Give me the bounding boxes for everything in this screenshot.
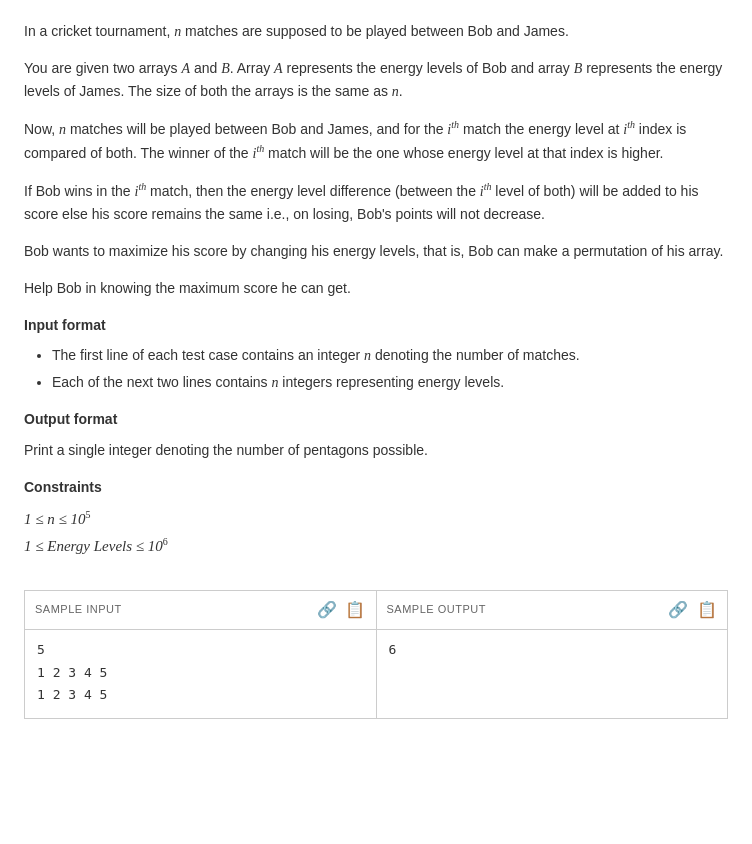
sample-output-icons: 🔗 📋 [668,597,717,623]
sample-input-section: SAMPLE INPUT 🔗 📋 5 1 2 3 4 5 1 2 3 4 5 [25,591,377,718]
input-bullet-1: The first line of each test case contain… [52,344,728,367]
input-bullet-2: Each of the next two lines contains n in… [52,371,728,394]
paragraph-3: Now, n matches will be played between Bo… [24,117,728,165]
sample-output-section: SAMPLE OUTPUT 🔗 📋 6 [377,591,728,718]
constraints-block: 1 ≤ n ≤ 105 1 ≤ Energy Levels ≤ 106 [24,506,728,560]
output-text: Print a single integer denoting the numb… [24,439,728,462]
sample-output-link-icon[interactable]: 🔗 [668,597,689,623]
input-bullets: The first line of each test case contain… [52,344,728,394]
sample-tables-wrapper: SAMPLE INPUT 🔗 📋 5 1 2 3 4 5 1 2 3 4 5 S… [24,590,728,719]
sample-output-copy-icon[interactable]: 📋 [697,597,718,623]
sample-output-header: SAMPLE OUTPUT 🔗 📋 [377,591,728,630]
paragraph-5: Bob wants to maximize his score by chang… [24,240,728,263]
sample-output-line-1: 6 [389,640,716,661]
paragraph-2: You are given two arrays A and B. Array … [24,57,728,103]
constraint-2: 1 ≤ Energy Levels ≤ 106 [24,533,728,560]
sample-output-label: SAMPLE OUTPUT [387,601,486,619]
sample-input-copy-icon[interactable]: 📋 [345,597,366,623]
sample-input-line-3: 1 2 3 4 5 [37,685,364,706]
output-format-heading: Output format [24,408,728,430]
intro-paragraph: In a cricket tournament, n matches are s… [24,20,728,43]
paragraph-6: Help Bob in knowing the maximum score he… [24,277,728,300]
input-format-heading: Input format [24,314,728,336]
sample-input-icons: 🔗 📋 [317,597,366,623]
sample-input-link-icon[interactable]: 🔗 [317,597,338,623]
sample-input-line-2: 1 2 3 4 5 [37,663,364,684]
sample-input-header: SAMPLE INPUT 🔗 📋 [25,591,376,630]
sample-output-body: 6 [377,630,728,700]
constraint-1: 1 ≤ n ≤ 105 [24,506,728,533]
sample-input-label: SAMPLE INPUT [35,601,122,619]
paragraph-4: If Bob wins in the ith match, then the e… [24,179,728,226]
sample-input-body: 5 1 2 3 4 5 1 2 3 4 5 [25,630,376,718]
sample-input-line-1: 5 [37,640,364,661]
constraints-heading: Constraints [24,476,728,498]
